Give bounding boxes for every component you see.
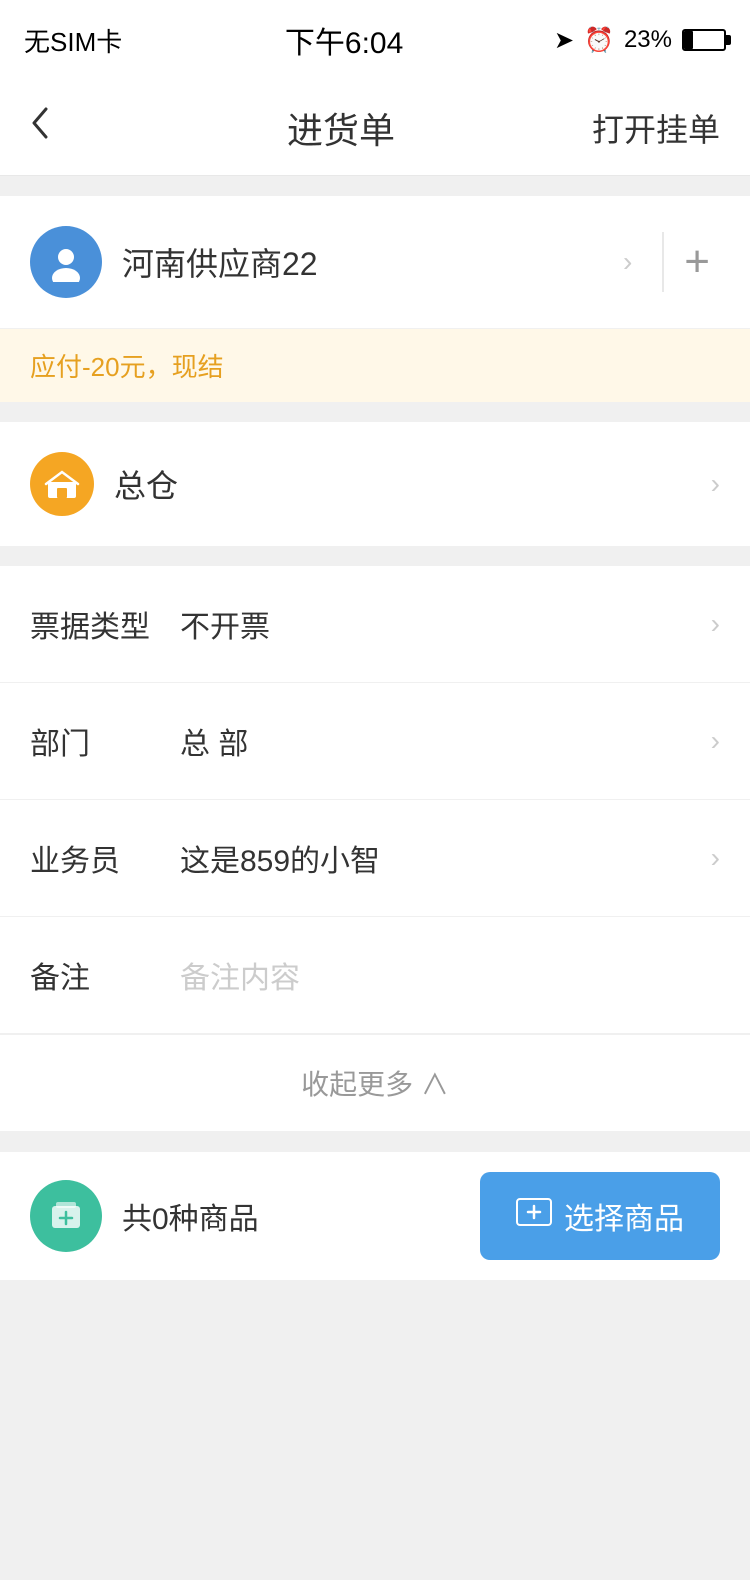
product-count: 共0种商品 (122, 1194, 480, 1238)
alarm-icon: ⏰ (584, 26, 614, 55)
notice-text: 应付-20元，现结 (30, 352, 224, 382)
status-bar: 无SIM卡 下午6:04 ➤ ⏰ 23% (0, 0, 750, 80)
warehouse-card: 总仓 › (0, 422, 750, 546)
collapse-row[interactable]: 收起更多 ∧ (0, 1034, 750, 1131)
section-gap-1 (0, 176, 750, 196)
section-gap-2 (0, 402, 750, 422)
department-label: 部门 (30, 719, 160, 763)
remark-label: 备注 (30, 953, 160, 997)
supplier-name[interactable]: 河南供应商22 (122, 239, 623, 285)
warehouse-chevron-icon: › (711, 468, 720, 500)
salesperson-label: 业务员 (30, 836, 160, 880)
invoice-type-label: 票据类型 (30, 602, 160, 646)
carrier-label: 无SIM卡 (24, 22, 122, 59)
supplier-card: 河南供应商22 › + 应付-20元，现结 (0, 196, 750, 402)
open-pending-button[interactable]: 打开挂单 (592, 105, 720, 151)
select-product-icon (516, 1198, 552, 1234)
warehouse-name: 总仓 (114, 461, 711, 507)
battery-icon (682, 29, 726, 51)
salesperson-row[interactable]: 业务员 这是859的小智 › (0, 800, 750, 917)
invoice-type-row[interactable]: 票据类型 不开票 › (0, 566, 750, 683)
supplier-row: 河南供应商22 › + (0, 196, 750, 329)
status-right: ➤ ⏰ 23% (554, 26, 726, 55)
status-time: 下午6:04 (285, 18, 403, 62)
location-icon: ➤ (554, 26, 574, 55)
department-chevron-icon: › (711, 725, 720, 757)
warehouse-icon (30, 452, 94, 516)
salesperson-value: 这是859的小智 (180, 836, 711, 880)
vertical-divider (662, 232, 664, 292)
bottom-background (0, 1280, 750, 1580)
section-gap-3 (0, 546, 750, 566)
remark-placeholder[interactable]: 备注内容 (180, 953, 720, 997)
salesperson-chevron-icon: › (711, 842, 720, 874)
status-left: 无SIM卡 (24, 22, 134, 59)
remark-row[interactable]: 备注 备注内容 (0, 917, 750, 1034)
nav-bar: 进货单 打开挂单 (0, 80, 750, 176)
supplier-avatar (30, 226, 102, 298)
back-button[interactable] (30, 105, 90, 150)
page-title: 进货单 (287, 102, 395, 154)
product-bar: 共0种商品 选择商品 (0, 1151, 750, 1280)
warehouse-row[interactable]: 总仓 › (0, 422, 750, 546)
supplier-chevron-icon: › (623, 246, 632, 278)
form-section: 票据类型 不开票 › 部门 总 部 › 业务员 这是859的小智 › 备注 备注… (0, 566, 750, 1131)
invoice-type-chevron-icon: › (711, 608, 720, 640)
select-product-button[interactable]: 选择商品 (480, 1172, 720, 1260)
section-gap-4 (0, 1131, 750, 1151)
battery-label: 23% (624, 26, 672, 54)
collapse-label[interactable]: 收起更多 ∧ (301, 1063, 449, 1103)
product-icon (30, 1180, 102, 1252)
invoice-type-value: 不开票 (180, 602, 711, 646)
department-value: 总 部 (180, 719, 711, 763)
add-button[interactable]: + (674, 237, 720, 287)
select-product-label: 选择商品 (564, 1194, 684, 1238)
notice-bar: 应付-20元，现结 (0, 329, 750, 402)
department-row[interactable]: 部门 总 部 › (0, 683, 750, 800)
